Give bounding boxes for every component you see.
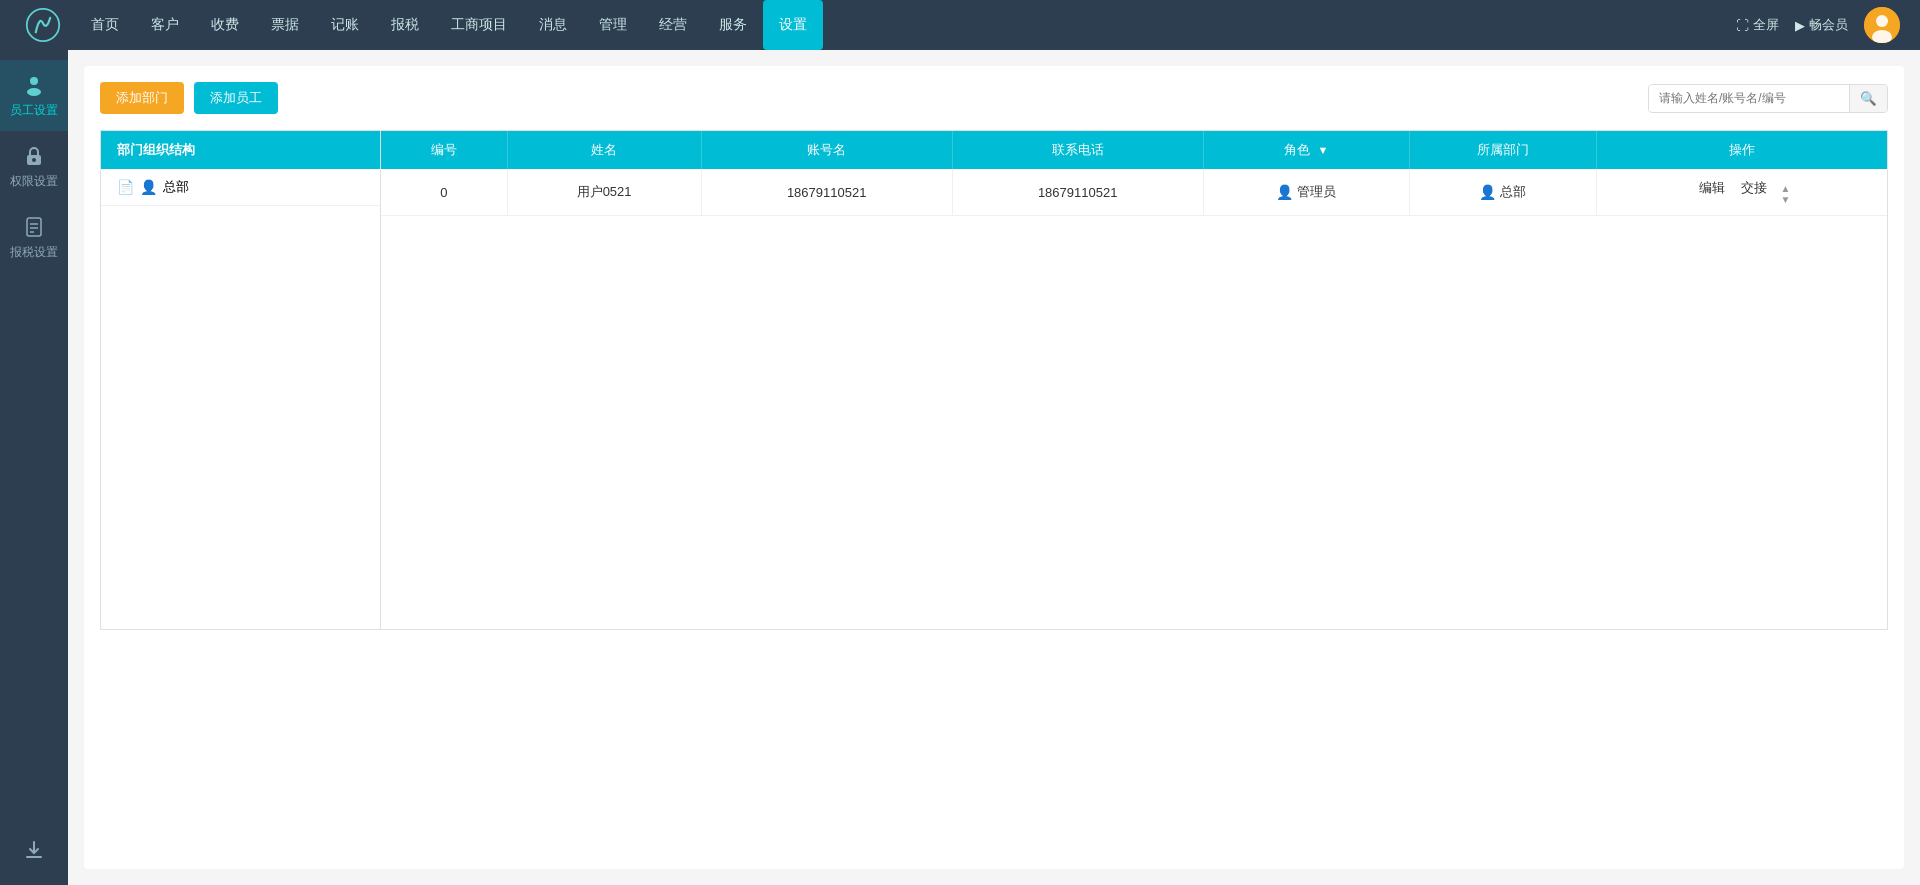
cell-phone: 18679110521 [952, 169, 1203, 216]
search-input[interactable] [1649, 85, 1849, 111]
nav-bookkeep[interactable]: 记账 [315, 0, 375, 50]
cell-dept: 👤 总部 [1409, 169, 1596, 216]
vip-icon: ▶ [1795, 18, 1805, 33]
col-name: 姓名 [507, 131, 701, 169]
sidebar-item-download[interactable] [0, 825, 68, 875]
table-header-row: 编号 姓名 账号名 联系电话 角色 ▼ 所属部门 操作 [381, 131, 1887, 169]
sidebar-item-employee[interactable]: 员工设置 [0, 60, 68, 131]
fullscreen-label: 全屏 [1753, 16, 1779, 34]
table-body: 0 用户0521 18679110521 18679110521 👤 管理员 👤… [381, 169, 1887, 216]
nav-tax[interactable]: 报税 [375, 0, 435, 50]
nav-settings[interactable]: 设置 [763, 0, 823, 50]
table: 编号 姓名 账号名 联系电话 角色 ▼ 所属部门 操作 [381, 131, 1887, 216]
main-layout: 员工设置 权限设置 报税设置 [0, 50, 1920, 885]
two-column-layout: 部门组织结构 📄 👤 总部 编号 姓名 账号名 [100, 130, 1888, 630]
col-role: 角色 ▼ [1203, 131, 1409, 169]
person-icon [21, 72, 47, 98]
search-button[interactable]: 🔍 [1849, 85, 1887, 112]
lock-icon [21, 143, 47, 169]
dept-tree-item[interactable]: 📄 👤 总部 [101, 169, 380, 206]
sidebar-label-taxreport: 报税设置 [10, 244, 58, 261]
table-row: 0 用户0521 18679110521 18679110521 👤 管理员 👤… [381, 169, 1887, 216]
role-filter-icon[interactable]: ▼ [1317, 144, 1328, 156]
table-head: 编号 姓名 账号名 联系电话 角色 ▼ 所属部门 操作 [381, 131, 1887, 169]
nav-manage[interactable]: 管理 [583, 0, 643, 50]
user-avatar[interactable] [1864, 7, 1900, 43]
col-dept: 所属部门 [1409, 131, 1596, 169]
scroll-up-icon[interactable]: ▲ [1781, 183, 1791, 194]
sidebar-label-permission: 权限设置 [10, 173, 58, 190]
dept-name: 总部 [1500, 183, 1526, 201]
cell-role: 👤 管理员 [1203, 169, 1409, 216]
department-tree: 部门组织结构 📄 👤 总部 [100, 130, 380, 630]
sidebar-item-taxreport[interactable]: 报税设置 [0, 202, 68, 273]
svg-rect-12 [26, 856, 42, 858]
toolbar: 添加部门 添加员工 🔍 [100, 82, 1888, 114]
transfer-action[interactable]: 交接 [1741, 180, 1767, 195]
svg-point-2 [1876, 15, 1888, 27]
search-box: 🔍 [1648, 84, 1888, 113]
dept-file-icon: 📄 [117, 179, 134, 195]
vip-button[interactable]: ▶ 畅会员 [1795, 16, 1848, 34]
add-employee-button[interactable]: 添加员工 [194, 82, 278, 114]
report-icon [21, 214, 47, 240]
nav-business[interactable]: 工商项目 [435, 0, 523, 50]
cell-id: 0 [381, 169, 507, 216]
toolbar-left: 添加部门 添加员工 [100, 82, 278, 114]
main-content: 添加部门 添加员工 🔍 部门组织结构 📄 👤 [68, 50, 1920, 885]
dept-user-icon: 👤 [140, 179, 157, 195]
logo[interactable] [10, 7, 75, 43]
col-phone: 联系电话 [952, 131, 1203, 169]
employee-table: 编号 姓名 账号名 联系电话 角色 ▼ 所属部门 操作 [380, 130, 1888, 630]
col-account: 账号名 [701, 131, 952, 169]
dept-tree-header: 部门组织结构 [101, 131, 380, 169]
nav-right: ⛶ 全屏 ▶ 畅会员 [1736, 7, 1900, 43]
nav-fee[interactable]: 收费 [195, 0, 255, 50]
fullscreen-icon: ⛶ [1736, 18, 1749, 33]
top-navigation: 首页 客户 收费 票据 记账 报税 工商项目 消息 管理 经营 服务 设置 ⛶ … [0, 0, 1920, 50]
sidebar-bottom [0, 825, 68, 885]
nav-service[interactable]: 服务 [703, 0, 763, 50]
col-action: 操作 [1596, 131, 1887, 169]
row-scroll-control[interactable]: ▲ ▼ [1781, 183, 1791, 205]
dept-item-name: 总部 [163, 178, 189, 196]
fullscreen-button[interactable]: ⛶ 全屏 [1736, 16, 1779, 34]
dept-user-icon: 👤 [1479, 184, 1496, 200]
col-id: 编号 [381, 131, 507, 169]
search-icon: 🔍 [1860, 91, 1877, 106]
sidebar-item-permission[interactable]: 权限设置 [0, 131, 68, 202]
sidebar: 员工设置 权限设置 报税设置 [0, 50, 68, 885]
cell-actions: 编辑 交接 ▲ ▼ [1596, 169, 1887, 216]
cell-account: 18679110521 [701, 169, 952, 216]
edit-action[interactable]: 编辑 [1699, 180, 1725, 195]
svg-point-5 [27, 88, 41, 96]
vip-label: 畅会员 [1809, 16, 1848, 34]
nav-home[interactable]: 首页 [75, 0, 135, 50]
content-card: 添加部门 添加员工 🔍 部门组织结构 📄 👤 [84, 66, 1904, 869]
scroll-down-icon[interactable]: ▼ [1781, 194, 1791, 205]
download-icon [21, 837, 47, 863]
svg-point-7 [32, 158, 36, 162]
nav-message[interactable]: 消息 [523, 0, 583, 50]
sidebar-label-employee: 员工设置 [10, 102, 58, 119]
nav-operation[interactable]: 经营 [643, 0, 703, 50]
nav-customer[interactable]: 客户 [135, 0, 195, 50]
nav-menu: 首页 客户 收费 票据 记账 报税 工商项目 消息 管理 经营 服务 设置 [75, 0, 1736, 50]
svg-rect-8 [27, 218, 41, 236]
add-department-button[interactable]: 添加部门 [100, 82, 184, 114]
role-name: 管理员 [1297, 183, 1336, 201]
svg-point-4 [30, 77, 38, 85]
role-user-icon: 👤 [1276, 184, 1293, 200]
nav-ticket[interactable]: 票据 [255, 0, 315, 50]
cell-name: 用户0521 [507, 169, 701, 216]
